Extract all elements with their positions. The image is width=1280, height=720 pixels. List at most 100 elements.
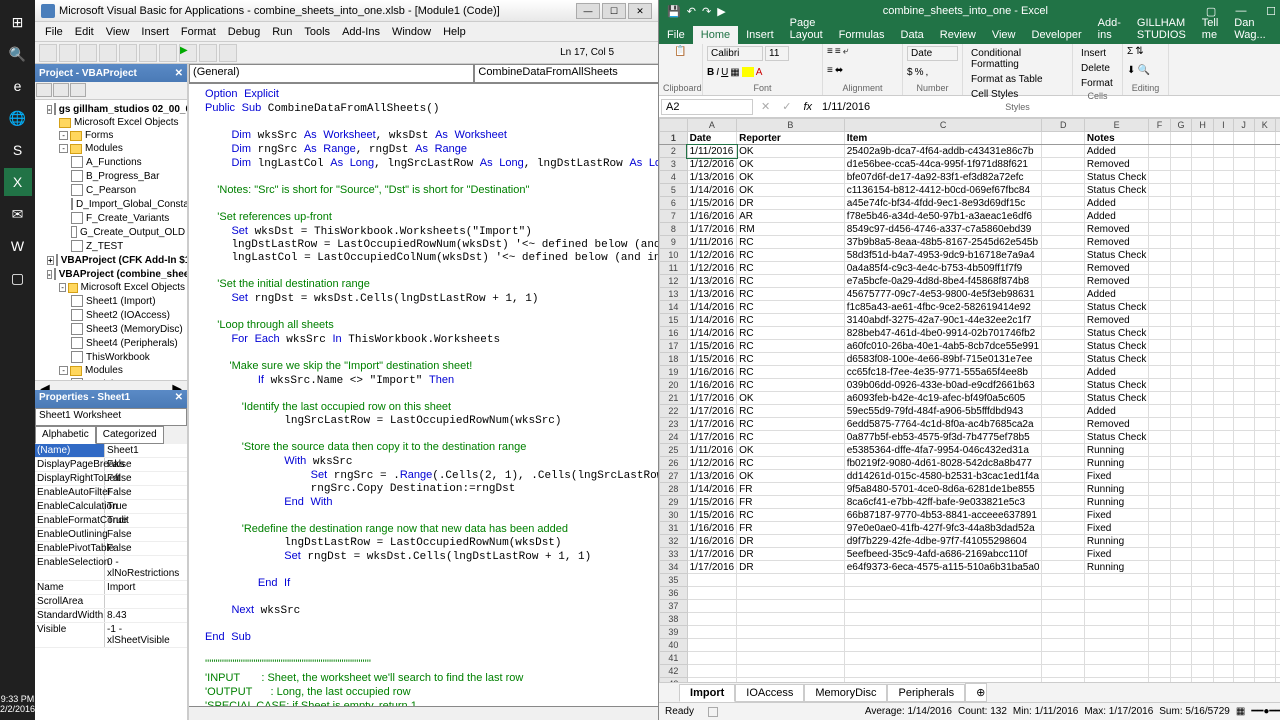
property-row[interactable]: StandardWidth8.43 xyxy=(35,609,187,623)
tab-formulas[interactable]: Formulas xyxy=(831,26,893,44)
property-row[interactable]: EnablePivotTableFalse xyxy=(35,542,187,556)
tree-node[interactable]: ThisWorkbook xyxy=(37,350,185,364)
save-icon[interactable]: 💾 xyxy=(667,5,681,18)
tb-skype-icon[interactable]: S xyxy=(4,136,32,164)
vba-titlebar[interactable]: Microsoft Visual Basic for Applications … xyxy=(35,0,658,22)
tree-node[interactable]: Sheet2 (IOAccess) xyxy=(37,308,185,322)
cut-icon[interactable] xyxy=(79,44,97,62)
close-icon[interactable]: ✕ xyxy=(175,68,183,79)
currency-icon[interactable]: $ xyxy=(907,67,913,78)
project-tree[interactable]: -gs gillham_studios 02_00_02Microsoft Ex… xyxy=(35,100,187,380)
search-icon[interactable]: 🔍 xyxy=(4,40,32,68)
italic-button[interactable]: I xyxy=(716,67,719,78)
fx-icon[interactable]: fx xyxy=(797,101,818,113)
wrap-text-icon[interactable]: ⤶ xyxy=(843,46,849,57)
sheet-tab-peripherals[interactable]: Peripherals xyxy=(887,684,965,702)
formula-input[interactable]: 1/11/2016 xyxy=(818,101,1280,113)
reset-icon[interactable] xyxy=(219,44,237,62)
border-icon[interactable]: ▦ xyxy=(730,67,739,78)
tree-node[interactable]: G_Create_Output_OLD xyxy=(37,225,185,239)
tab-file[interactable]: File xyxy=(659,26,693,44)
tab-alphabetic[interactable]: Alphabetic xyxy=(35,426,96,444)
properties-header[interactable]: Properties - Sheet1✕ xyxy=(35,390,187,408)
tree-node[interactable]: -Microsoft Excel Objects xyxy=(37,281,185,294)
tree-node[interactable]: C_Pearson xyxy=(37,183,185,197)
close-button[interactable]: ✕ xyxy=(628,3,652,19)
property-row[interactable]: EnableCalculationTrue xyxy=(35,500,187,514)
paste-button[interactable]: 📋 xyxy=(663,46,698,57)
redo-icon[interactable]: ↷ xyxy=(702,5,711,18)
tree-node[interactable]: Sheet1 (Import) xyxy=(37,294,185,308)
close-icon[interactable]: ✕ xyxy=(175,392,183,406)
property-row[interactable]: ScrollArea xyxy=(35,595,187,609)
menu-tools[interactable]: Tools xyxy=(298,26,336,38)
tab-page-layout[interactable]: Page Layout xyxy=(782,14,831,44)
ribbon-right-danwag[interactable]: Dan Wag... xyxy=(1226,14,1273,44)
save-icon[interactable] xyxy=(59,44,77,62)
tab-developer[interactable]: Developer xyxy=(1024,26,1090,44)
tab-data[interactable]: Data xyxy=(893,26,932,44)
minimize-button[interactable]: — xyxy=(576,3,600,19)
tab-insert[interactable]: Insert xyxy=(738,26,782,44)
property-row[interactable]: EnableAutoFilterFalse xyxy=(35,486,187,500)
fill-icon[interactable]: ⬇ xyxy=(1127,65,1135,76)
merge-icon[interactable]: ⬌ xyxy=(835,65,843,76)
bold-button[interactable]: B xyxy=(707,67,714,78)
tb-word-icon[interactable]: W xyxy=(4,232,32,260)
property-row[interactable]: EnableOutliningFalse xyxy=(35,528,187,542)
break-icon[interactable] xyxy=(199,44,217,62)
tree-node[interactable]: Z_TEST xyxy=(37,239,185,253)
autosum-icon[interactable]: Σ xyxy=(1127,46,1133,57)
property-row[interactable]: EnableFormatConditTrue xyxy=(35,514,187,528)
ribbon-right-share[interactable]: Share xyxy=(1274,14,1280,44)
ribbon[interactable]: 📋 Clipboard Calibri 11 B I U ▦ A Font ≡ … xyxy=(659,44,1280,96)
view-code-icon[interactable] xyxy=(39,44,57,62)
menu-view[interactable]: View xyxy=(100,26,136,38)
cond-fmt-button[interactable]: Conditional Formatting xyxy=(967,46,1068,72)
property-row[interactable]: NameImport xyxy=(35,581,187,595)
enter-icon[interactable]: ✓ xyxy=(776,100,797,113)
maximize-button[interactable]: ☐ xyxy=(602,3,626,19)
fill-color-icon[interactable] xyxy=(742,67,754,77)
property-row[interactable]: (Name)Sheet1 xyxy=(35,444,187,458)
tab-categorized[interactable]: Categorized xyxy=(96,426,164,444)
tree-node[interactable]: -VBAProject (combine_sheets_... xyxy=(37,267,185,281)
tree-node[interactable]: Sheet3 (MemoryDisc) xyxy=(37,322,185,336)
undo-icon[interactable]: ↶ xyxy=(687,5,696,18)
object-combo[interactable]: (General) xyxy=(189,64,474,83)
tb-cmd-icon[interactable]: ▢ xyxy=(4,264,32,292)
undo-icon[interactable] xyxy=(139,44,157,62)
code-editor[interactable]: Option Explicit Public Sub CombineDataFr… xyxy=(189,84,658,706)
project-explorer-header[interactable]: Project - VBAProject✕ xyxy=(35,64,187,82)
format-table-button[interactable]: Format as Table xyxy=(967,72,1068,87)
view-normal-icon[interactable]: ▦ xyxy=(1236,706,1245,717)
zoom-slider[interactable]: ━━●━━ xyxy=(1251,706,1280,717)
font-color-icon[interactable]: A xyxy=(756,67,763,78)
comma-icon[interactable]: , xyxy=(926,67,929,78)
properties-object-combo[interactable]: Sheet1 Worksheet xyxy=(35,408,187,426)
copy-icon[interactable] xyxy=(99,44,117,62)
menu-debug[interactable]: Debug xyxy=(222,26,266,38)
tree-node[interactable]: -Modules xyxy=(37,364,185,377)
cancel-icon[interactable]: ✕ xyxy=(755,100,776,113)
property-row[interactable]: EnableSelection0 - xlNoRestrictions xyxy=(35,556,187,581)
tab-add-ins[interactable]: Add-ins xyxy=(1090,14,1129,44)
tb-excel-icon[interactable]: X xyxy=(4,168,32,196)
tb-mail-icon[interactable]: ✉ xyxy=(4,200,32,228)
format-cells-button[interactable]: Format xyxy=(1077,76,1118,91)
paste-icon[interactable] xyxy=(119,44,137,62)
menu-help[interactable]: Help xyxy=(437,26,472,38)
tb-chrome-icon[interactable]: 🌐 xyxy=(4,104,32,132)
align-left-icon[interactable]: ≡ xyxy=(827,65,833,76)
delete-cells-button[interactable]: Delete xyxy=(1077,61,1118,76)
align-mid-icon[interactable]: ≡ xyxy=(835,46,841,57)
tree-node[interactable]: A_Functions xyxy=(37,155,185,169)
property-row[interactable]: DisplayRightToLeftFalse xyxy=(35,472,187,486)
tree-node[interactable]: +VBAProject (CFK Add-In $10.xl xyxy=(37,253,185,267)
sheet-tab-ioaccess[interactable]: IOAccess xyxy=(735,684,804,702)
ribbon-right-tellme[interactable]: Tell me xyxy=(1194,14,1227,44)
tree-node[interactable]: F_Create_Variants xyxy=(37,211,185,225)
property-row[interactable]: Visible-1 - xlSheetVisible xyxy=(35,623,187,648)
vba-toolbar[interactable]: ▶ Ln 17, Col 5 xyxy=(35,42,658,64)
tab-view[interactable]: View xyxy=(984,26,1024,44)
